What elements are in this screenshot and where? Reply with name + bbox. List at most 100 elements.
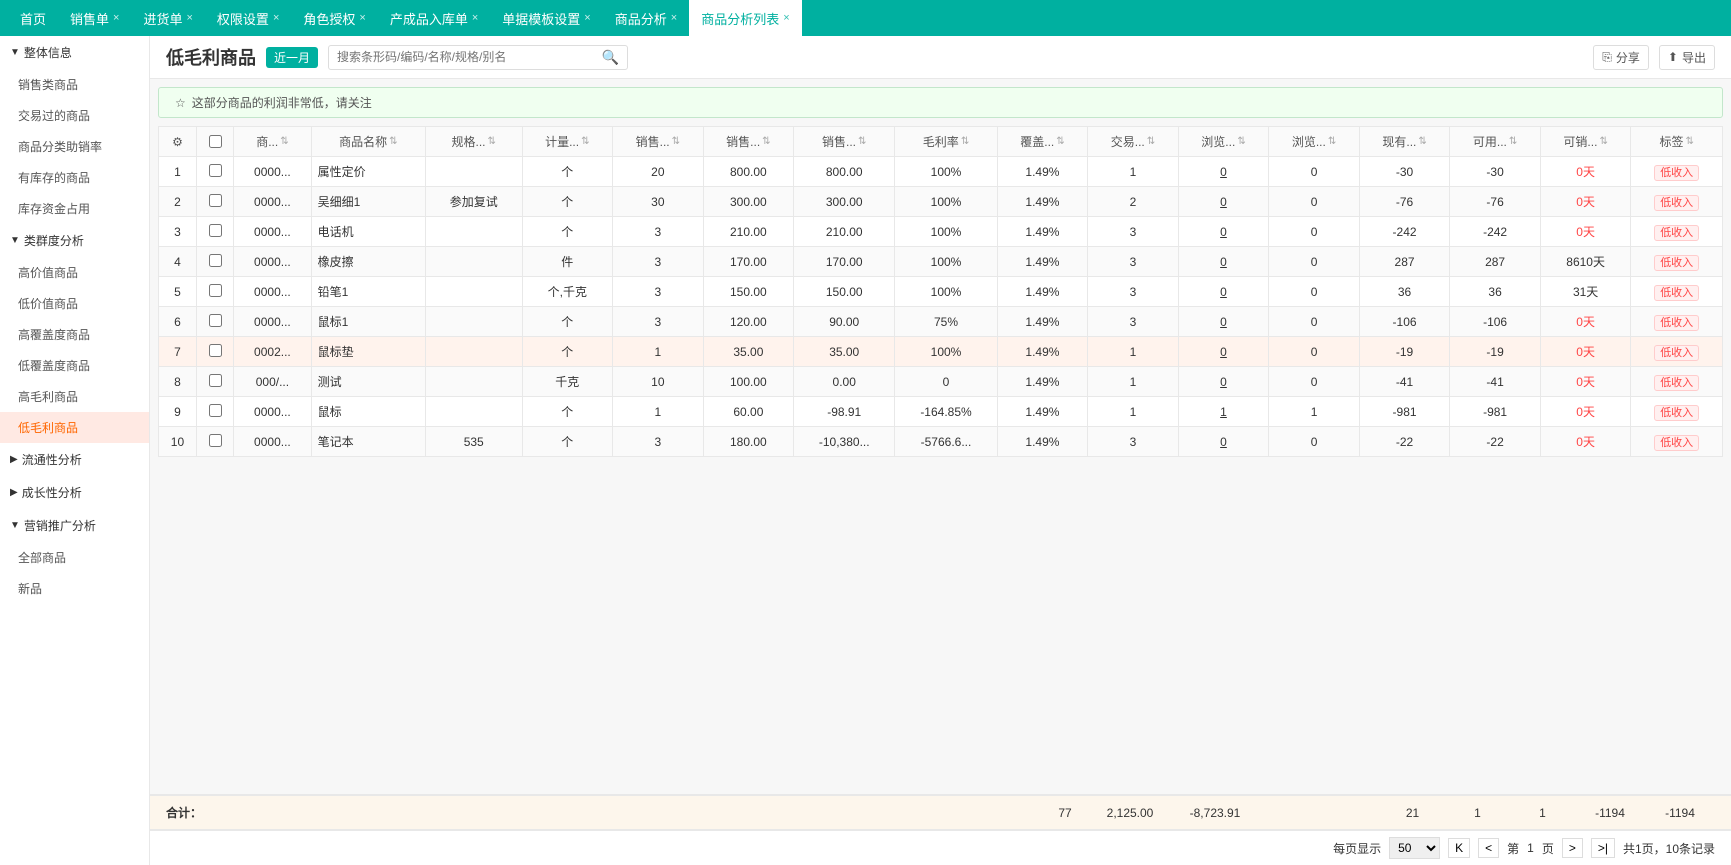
select-all-checkbox[interactable] xyxy=(209,135,222,148)
last-page-button[interactable]: >| xyxy=(1591,838,1615,858)
sort-icon[interactable]: ⇅ xyxy=(1509,136,1517,147)
row-checkbox[interactable] xyxy=(196,157,233,187)
views1-link[interactable]: 0 xyxy=(1220,375,1227,389)
sidebar-section-营销推广分析[interactable]: ▼营销推广分析 xyxy=(0,509,149,542)
views1-link[interactable]: 0 xyxy=(1220,225,1227,239)
export-button[interactable]: ⬆ 导出 xyxy=(1659,45,1715,70)
search-input[interactable] xyxy=(337,50,602,64)
nav-item-进货单[interactable]: 进货单× xyxy=(131,0,204,36)
close-icon[interactable]: × xyxy=(671,12,677,24)
sort-icon[interactable]: ⇅ xyxy=(961,136,969,147)
sidebar-item-销售类商品[interactable]: 销售类商品 xyxy=(0,69,149,100)
close-icon[interactable]: × xyxy=(186,12,192,24)
sort-icon[interactable]: ⇅ xyxy=(858,136,866,147)
settings-icon[interactable]: ⚙ xyxy=(172,135,183,149)
views1-link[interactable]: 0 xyxy=(1220,315,1227,329)
nav-item-商品分析列表[interactable]: 商品分析列表× xyxy=(689,0,801,36)
sort-icon[interactable]: ⇅ xyxy=(1686,136,1694,147)
sidebar-item-低覆盖度商品[interactable]: 低覆盖度商品 xyxy=(0,350,149,381)
sort-icon[interactable]: ⇅ xyxy=(280,136,288,147)
prev-page-button[interactable]: < xyxy=(1478,838,1499,858)
col-header-available_stock[interactable]: 可用...⇅ xyxy=(1450,127,1541,157)
sidebar-item-有库存的商品[interactable]: 有库存的商品 xyxy=(0,162,149,193)
views1-link[interactable]: 1 xyxy=(1220,405,1227,419)
row-checkbox[interactable] xyxy=(196,427,233,457)
nav-item-首页[interactable]: 首页 xyxy=(8,0,58,36)
sidebar-section-成长性分析[interactable]: ▶成长性分析 xyxy=(0,476,149,509)
sidebar-item-库存资金占用[interactable]: 库存资金占用 xyxy=(0,193,149,224)
sort-icon[interactable]: ⇅ xyxy=(581,136,589,147)
row-checkbox[interactable] xyxy=(196,397,233,427)
sidebar-item-高毛利商品[interactable]: 高毛利商品 xyxy=(0,381,149,412)
sidebar-item-低毛利商品[interactable]: 低毛利商品 xyxy=(0,412,149,443)
sort-icon[interactable]: ⇅ xyxy=(488,136,496,147)
sidebar-item-高覆盖度商品[interactable]: 高覆盖度商品 xyxy=(0,319,149,350)
col-header-tag[interactable]: 标签⇅ xyxy=(1631,127,1723,157)
nav-item-产成品入库单[interactable]: 产成品入库单× xyxy=(378,0,490,36)
views1-link[interactable]: 0 xyxy=(1220,165,1227,179)
row-checkbox[interactable] xyxy=(196,367,233,397)
col-header-sellable_days[interactable]: 可销...⇅ xyxy=(1540,127,1631,157)
col-header-sales_qty[interactable]: 销售...⇅ xyxy=(613,127,704,157)
col-header-checkbox[interactable] xyxy=(196,127,233,157)
row-checkbox[interactable] xyxy=(196,307,233,337)
sort-icon[interactable]: ⇅ xyxy=(1418,136,1426,147)
views1-link[interactable]: 0 xyxy=(1220,435,1227,449)
sidebar-section-流通性分析[interactable]: ▶流通性分析 xyxy=(0,443,149,476)
row-checkbox[interactable] xyxy=(196,217,233,247)
views1-link[interactable]: 0 xyxy=(1220,345,1227,359)
sort-icon[interactable]: ⇅ xyxy=(672,136,680,147)
sidebar-section-类群度分析[interactable]: ▼类群度分析 xyxy=(0,224,149,257)
views1-link[interactable]: 0 xyxy=(1220,285,1227,299)
col-header-views2[interactable]: 浏览...⇅ xyxy=(1269,127,1360,157)
sidebar-item-新品[interactable]: 新品 xyxy=(0,573,149,604)
close-icon[interactable]: × xyxy=(113,12,119,24)
time-filter-button[interactable]: 近一月 xyxy=(266,47,318,68)
col-header-unit[interactable]: 计量...⇅ xyxy=(522,127,613,157)
sort-icon[interactable]: ⇅ xyxy=(389,136,397,147)
nav-item-单据模板设置[interactable]: 单据模板设置× xyxy=(490,0,602,36)
col-header-transactions[interactable]: 交易...⇅ xyxy=(1088,127,1179,157)
views1-link[interactable]: 0 xyxy=(1220,255,1227,269)
row-checkbox[interactable] xyxy=(196,247,233,277)
col-header-code[interactable]: 商...⇅ xyxy=(234,127,311,157)
nav-item-商品分析[interactable]: 商品分析× xyxy=(603,0,689,36)
close-icon[interactable]: × xyxy=(472,12,478,24)
nav-item-销售单[interactable]: 销售单× xyxy=(58,0,131,36)
table-wrapper[interactable]: ⚙商...⇅商品名称⇅规格...⇅计量...⇅销售...⇅销售...⇅销售...… xyxy=(150,118,1731,794)
col-header-views1[interactable]: 浏览...⇅ xyxy=(1178,127,1269,157)
nav-item-角色授权[interactable]: 角色授权× xyxy=(291,0,377,36)
col-header-coverage[interactable]: 覆盖...⇅ xyxy=(997,127,1088,157)
close-icon[interactable]: × xyxy=(584,12,590,24)
sidebar-item-高价值商品[interactable]: 高价值商品 xyxy=(0,257,149,288)
next-page-button[interactable]: > xyxy=(1562,838,1583,858)
col-header-gross_margin[interactable]: 毛利率⇅ xyxy=(895,127,997,157)
views1-link[interactable]: 0 xyxy=(1220,195,1227,209)
sidebar-item-全部商品[interactable]: 全部商品 xyxy=(0,542,149,573)
share-button[interactable]: ⎘ 分享 xyxy=(1593,45,1649,70)
col-header-settings[interactable]: ⚙ xyxy=(159,127,197,157)
sidebar-section-整体信息[interactable]: ▼整体信息 xyxy=(0,36,149,69)
close-icon[interactable]: × xyxy=(359,12,365,24)
sort-icon[interactable]: ⇅ xyxy=(1056,136,1064,147)
row-checkbox[interactable] xyxy=(196,337,233,367)
sort-icon[interactable]: ⇅ xyxy=(1237,136,1245,147)
nav-item-权限设置[interactable]: 权限设置× xyxy=(205,0,291,36)
close-icon[interactable]: × xyxy=(783,12,789,24)
sidebar-item-商品分类助销率[interactable]: 商品分类助销率 xyxy=(0,131,149,162)
sort-icon[interactable]: ⇅ xyxy=(1599,136,1607,147)
close-icon[interactable]: × xyxy=(273,12,279,24)
sort-icon[interactable]: ⇅ xyxy=(762,136,770,147)
sort-icon[interactable]: ⇅ xyxy=(1328,136,1336,147)
sidebar-item-交易过的商品[interactable]: 交易过的商品 xyxy=(0,100,149,131)
per-page-select[interactable]: 50 20 100 xyxy=(1389,837,1440,859)
col-header-sales_amount[interactable]: 销售...⇅ xyxy=(703,127,794,157)
sidebar-item-低价值商品[interactable]: 低价值商品 xyxy=(0,288,149,319)
row-checkbox[interactable] xyxy=(196,277,233,307)
first-page-button[interactable]: K xyxy=(1448,838,1470,858)
row-checkbox[interactable] xyxy=(196,187,233,217)
col-header-sales_profit[interactable]: 销售...⇅ xyxy=(794,127,895,157)
sort-icon[interactable]: ⇅ xyxy=(1147,136,1155,147)
col-header-spec[interactable]: 规格...⇅ xyxy=(425,127,522,157)
col-header-current_stock[interactable]: 现有...⇅ xyxy=(1359,127,1450,157)
